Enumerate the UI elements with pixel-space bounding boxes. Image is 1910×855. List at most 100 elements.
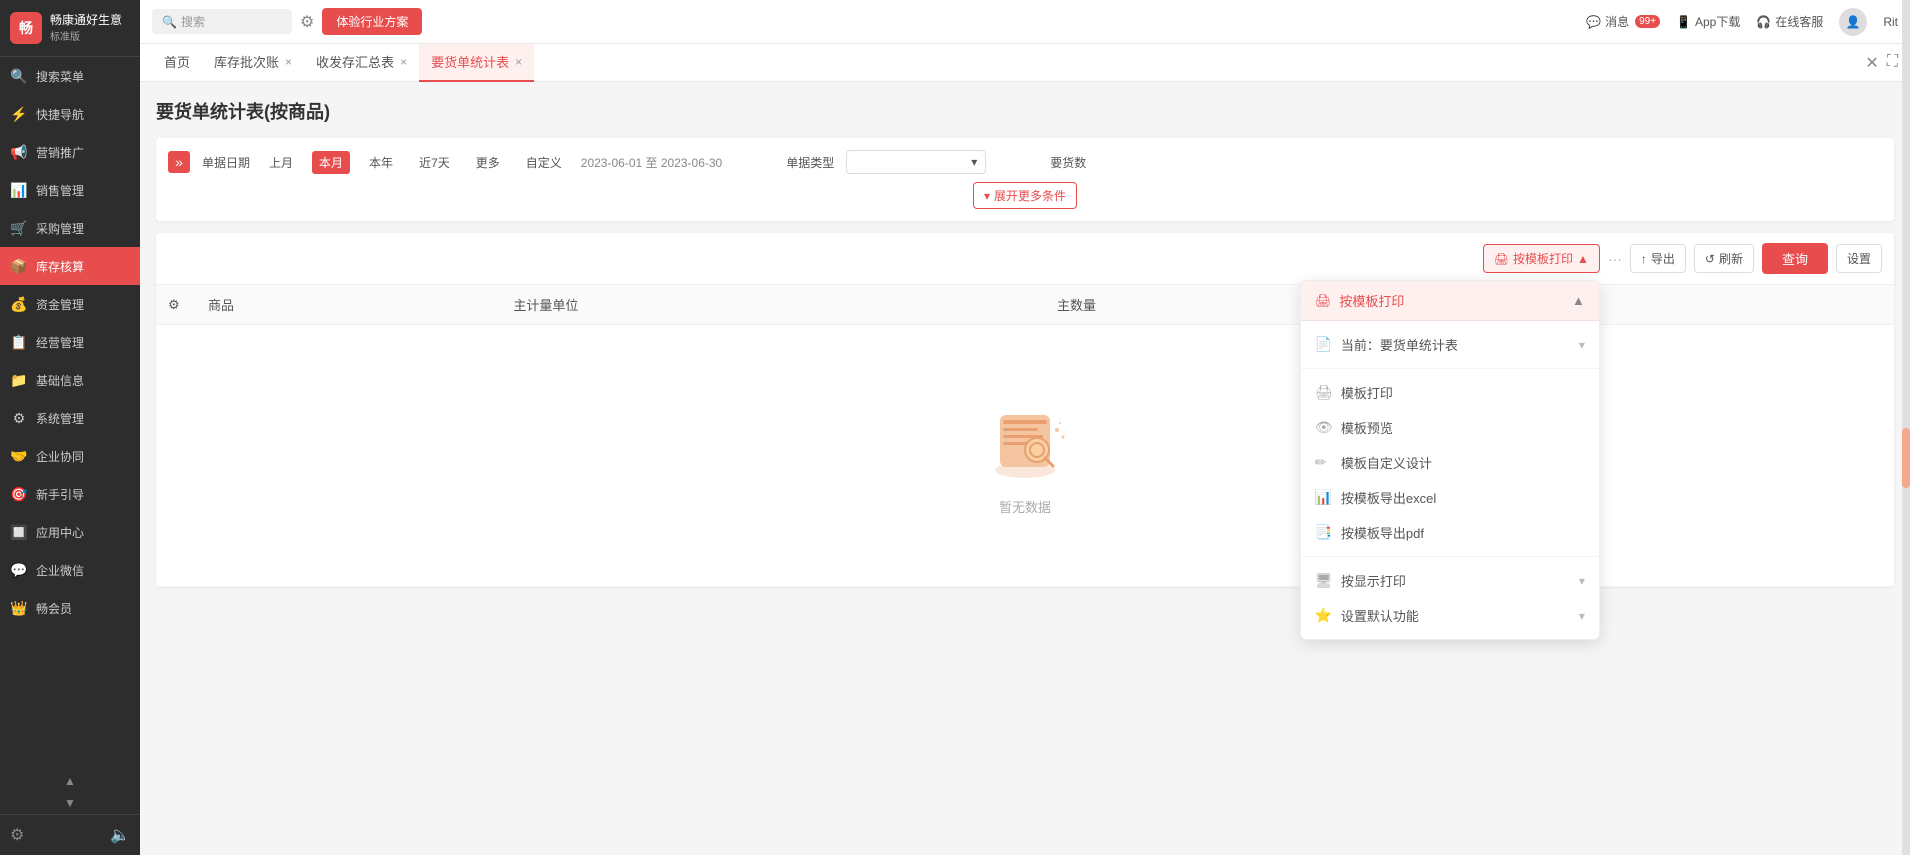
scrollbar-thumb[interactable] bbox=[1902, 428, 1910, 488]
app-download-item[interactable]: 📱 App下载 bbox=[1676, 13, 1740, 30]
refresh-label: 刷新 bbox=[1719, 250, 1743, 267]
template-print-wrapper: 🖨 按模板打印 ▲ 🖨 按模板打印 ▲ bbox=[1483, 244, 1600, 273]
tab-home[interactable]: 首页 bbox=[152, 44, 202, 82]
search-icon: 🔍 bbox=[162, 15, 177, 29]
message-item[interactable]: 💬 消息 99+ bbox=[1586, 13, 1660, 30]
sidebar-item-operations[interactable]: 📋 经营管理 bbox=[0, 323, 140, 361]
trial-industry-button[interactable]: 体验行业方案 bbox=[322, 8, 422, 35]
sidebar-footer: ⚙ 🔈 bbox=[0, 814, 140, 855]
filter-card: » 单据日期 上月 本月 本年 近7天 更多 自定义 2023-06-01 至 … bbox=[156, 138, 1894, 221]
dropdown-item-template-preview[interactable]: 👁 模板预览 bbox=[1301, 410, 1599, 445]
date-btn-current-year[interactable]: 本年 bbox=[362, 151, 400, 174]
col-unit: 主计量单位 bbox=[501, 285, 1045, 325]
sidebar-item-label: 应用中心 bbox=[36, 524, 84, 541]
data-table: ⚙ 商品 主计量单位 主数量 零售金额 bbox=[156, 285, 1894, 587]
dropdown-item-template-print[interactable]: 🖨 模板打印 bbox=[1301, 375, 1599, 410]
query-button[interactable]: 查询 bbox=[1762, 243, 1828, 274]
date-btn-prev-month[interactable]: 上月 bbox=[262, 151, 300, 174]
sidebar-item-member[interactable]: 👑 畅会员 bbox=[0, 589, 140, 627]
dropdown-item-display-print[interactable]: 🖥 按显示打印 ▾ bbox=[1301, 563, 1599, 598]
set-default-icon: ⭐ bbox=[1315, 607, 1331, 624]
sidebar-item-label: 新手引导 bbox=[36, 486, 84, 503]
settings-footer-icon[interactable]: ⚙ bbox=[10, 825, 24, 845]
set-default-label: 设置默认功能 bbox=[1341, 606, 1419, 625]
dropdown-item-export-pdf[interactable]: 📑 按模板导出pdf bbox=[1301, 515, 1599, 550]
export-button[interactable]: ↑ 导出 bbox=[1630, 244, 1686, 273]
sidebar-item-label: 资金管理 bbox=[36, 296, 84, 313]
sidebar-item-basic-info[interactable]: 📁 基础信息 bbox=[0, 361, 140, 399]
window-expand-icon[interactable]: ⛶ bbox=[1887, 53, 1898, 73]
sidebar-scroll-up[interactable]: ▲ bbox=[0, 770, 140, 792]
tab-close-icon[interactable]: × bbox=[515, 55, 522, 69]
date-btn-last-7-days[interactable]: 近7天 bbox=[412, 151, 457, 174]
display-print-label: 按显示打印 bbox=[1341, 571, 1406, 590]
filter-expand-row: ▾ 展开更多条件 bbox=[168, 182, 1882, 209]
window-close-icon[interactable]: ✕ bbox=[1865, 53, 1878, 73]
tab-inventory-batch[interactable]: 库存批次账 × bbox=[202, 44, 304, 82]
col-settings[interactable]: ⚙ bbox=[156, 285, 196, 325]
sidebar-item-label: 营销推广 bbox=[36, 144, 84, 161]
sidebar-item-marketing[interactable]: 📢 营销推广 bbox=[0, 133, 140, 171]
dropdown-item-export-excel[interactable]: 📊 按模板导出excel bbox=[1301, 480, 1599, 515]
filter-row-1: » 单据日期 上月 本月 本年 近7天 更多 自定义 2023-06-01 至 … bbox=[168, 150, 1882, 174]
template-print-button[interactable]: 🖨 按模板打印 ▲ bbox=[1483, 244, 1600, 273]
sidebar-item-newbie[interactable]: 🎯 新手引导 bbox=[0, 475, 140, 513]
finance-icon: 💰 bbox=[10, 295, 28, 313]
sidebar-scroll-area: 🔍 搜索菜单 ⚡ 快捷导航 📢 营销推广 📊 销售管理 🛒 采购管理 📦 库存核… bbox=[0, 57, 140, 770]
sidebar-item-search[interactable]: 🔍 搜索菜单 bbox=[0, 57, 140, 95]
sidebar-scroll-down[interactable]: ▼ bbox=[0, 792, 140, 814]
template-print-icon: 🖨 bbox=[1315, 384, 1331, 401]
member-icon: 👑 bbox=[10, 599, 28, 617]
dropdown-item-set-default[interactable]: ⭐ 设置默认功能 ▾ bbox=[1301, 598, 1599, 633]
date-btn-current-month[interactable]: 本月 bbox=[312, 151, 350, 174]
avatar[interactable]: 👤 bbox=[1839, 8, 1867, 36]
export-label: 导出 bbox=[1651, 250, 1675, 267]
tab-receipt-summary[interactable]: 收发存汇总表 × bbox=[304, 44, 419, 82]
scrollbar[interactable] bbox=[1902, 0, 1910, 855]
refresh-icon: ↺ bbox=[1705, 252, 1715, 266]
expand-icon: ▾ bbox=[984, 189, 990, 203]
tab-close-icon[interactable]: × bbox=[400, 55, 407, 69]
refresh-button[interactable]: ↺ 刷新 bbox=[1694, 244, 1754, 273]
empty-state-cell: 暂无数据 bbox=[156, 325, 1894, 587]
filter-expand-toggle[interactable]: » bbox=[168, 151, 190, 173]
display-print-icon: 🖥 bbox=[1315, 572, 1331, 589]
tab-home-label: 首页 bbox=[164, 52, 190, 71]
sidebar-item-purchase[interactable]: 🛒 采购管理 bbox=[0, 209, 140, 247]
chevron-up-header-icon: ▲ bbox=[1572, 293, 1585, 308]
sidebar-item-label: 库存核算 bbox=[36, 258, 84, 275]
date-btn-custom[interactable]: 自定义 bbox=[519, 151, 569, 174]
topbar-gear-icon[interactable]: ⚙ bbox=[300, 12, 314, 32]
dropdown-current-item[interactable]: 📄 当前：要货单统计表 ▾ bbox=[1301, 327, 1599, 362]
sidebar-item-app-center[interactable]: 🔲 应用中心 bbox=[0, 513, 140, 551]
sidebar-item-label: 畅会员 bbox=[36, 600, 72, 617]
sidebar-item-enterprise-wechat[interactable]: 💬 企业微信 bbox=[0, 551, 140, 589]
set-default-left: ⭐ 设置默认功能 bbox=[1315, 606, 1419, 625]
more-options-icon[interactable]: ··· bbox=[1608, 251, 1622, 267]
empty-state-row: 暂无数据 bbox=[156, 325, 1894, 587]
operations-icon: 📋 bbox=[10, 333, 28, 351]
dropdown-sub-section: 🖥 按显示打印 ▾ ⭐ 设置默认功能 ▾ bbox=[1301, 557, 1599, 639]
chevron-up-icon: ▲ bbox=[1577, 252, 1589, 266]
topbar-search[interactable]: 🔍 搜索 bbox=[152, 9, 292, 34]
app-logo-icon: 畅 bbox=[10, 12, 42, 44]
service-icon: 🎧 bbox=[1756, 15, 1771, 29]
sidebar-item-enterprise[interactable]: 🤝 企业协同 bbox=[0, 437, 140, 475]
filter-type-select[interactable]: ▾ bbox=[846, 150, 986, 174]
sidebar-item-inventory[interactable]: 📦 库存核算 bbox=[0, 247, 140, 285]
date-btn-more[interactable]: 更多 bbox=[469, 151, 507, 174]
online-service-item[interactable]: 🎧 在线客服 bbox=[1756, 13, 1823, 30]
sidebar-item-label: 系统管理 bbox=[36, 410, 84, 427]
tab-close-icon[interactable]: × bbox=[285, 55, 292, 69]
expand-more-btn[interactable]: ▾ 展开更多条件 bbox=[973, 182, 1077, 209]
audio-footer-icon[interactable]: 🔈 bbox=[110, 825, 130, 845]
avatar-icon: 👤 bbox=[1846, 15, 1861, 29]
sidebar-item-quick-nav[interactable]: ⚡ 快捷导航 bbox=[0, 95, 140, 133]
sidebar-item-finance[interactable]: 💰 资金管理 bbox=[0, 285, 140, 323]
settings-button[interactable]: 设置 bbox=[1836, 244, 1882, 273]
tab-order-stats[interactable]: 要货单统计表 × bbox=[419, 44, 534, 82]
dropdown-item-template-custom[interactable]: ✏ 模板自定义设计 bbox=[1301, 445, 1599, 480]
sidebar-item-sales[interactable]: 📊 销售管理 bbox=[0, 171, 140, 209]
sidebar-item-system[interactable]: ⚙ 系统管理 bbox=[0, 399, 140, 437]
empty-state-illustration bbox=[975, 395, 1075, 485]
